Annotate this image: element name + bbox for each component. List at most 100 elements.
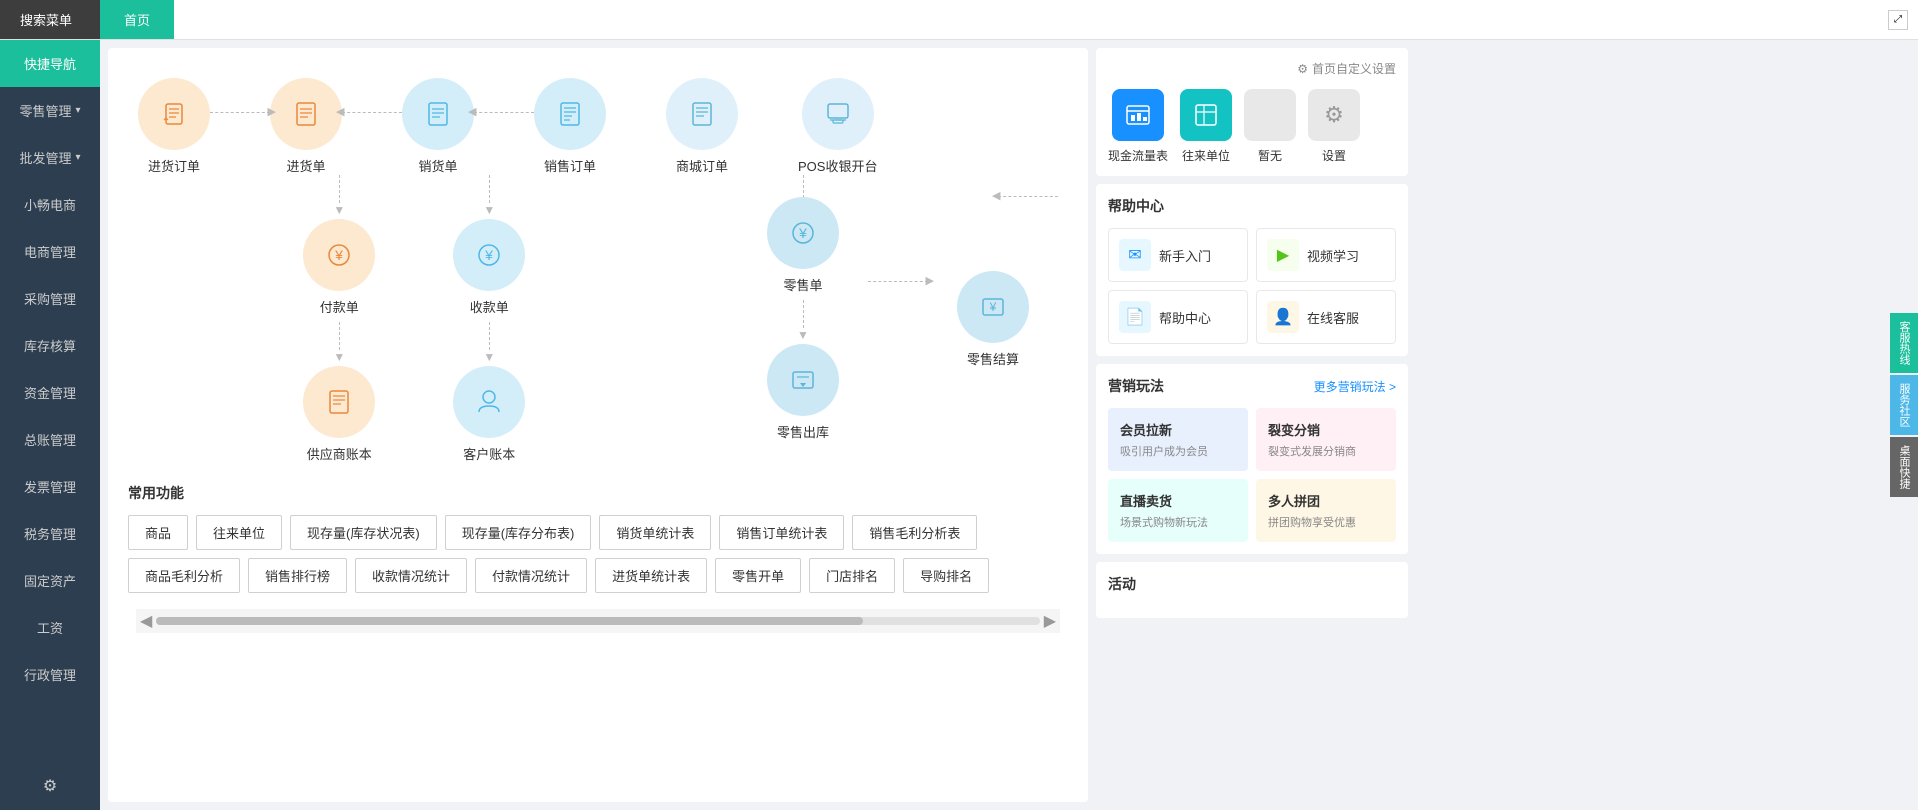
func-btn-stock1[interactable]: 现存量(库存状况表) <box>290 515 437 550</box>
sidebar-item-quick-nav[interactable]: 快捷导航 <box>0 40 100 87</box>
help-item-video[interactable]: ▶ 视频学习 <box>1256 228 1396 282</box>
node-label: 付款单 <box>320 297 359 316</box>
node-receipt-voucher[interactable]: ¥ <box>453 219 525 291</box>
quick-icon-none[interactable]: 暂无 <box>1244 89 1296 164</box>
marketing-header: 营销玩法 更多营销玩法 > <box>1108 376 1396 396</box>
scroll-bar: ◀ ▶ <box>136 609 1060 633</box>
online-icon: 👤 <box>1267 301 1299 333</box>
func-btn-goods-margin[interactable]: 商品毛利分析 <box>128 558 240 593</box>
scroll-left-btn[interactable]: ◀ <box>140 611 152 631</box>
video-label: 视频学习 <box>1307 246 1359 265</box>
func-btn-guide-rank[interactable]: 导购排名 <box>903 558 989 593</box>
v-line-4 <box>489 322 490 350</box>
member-title: 会员拉新 <box>1120 420 1236 439</box>
func-btn-goods[interactable]: 商品 <box>128 515 188 550</box>
marketing-item-live[interactable]: 直播卖货 场景式购物新玩法 <box>1108 479 1248 542</box>
node-label: 进货订单 <box>148 156 200 175</box>
sidebar-item-invoice[interactable]: 发票管理 <box>0 463 100 510</box>
func-btn-store-rank[interactable]: 门店排名 <box>809 558 895 593</box>
node-pos[interactable]: POS收银开台 <box>798 78 877 175</box>
help-item-online[interactable]: 👤 在线客服 <box>1256 290 1396 344</box>
none-icon-box <box>1244 89 1296 141</box>
node-retail-settlement[interactable]: ¥ <box>957 271 1029 343</box>
sidebar-item-ledger[interactable]: 总账管理 <box>0 416 100 463</box>
node-payment-voucher[interactable]: ¥ <box>303 219 375 291</box>
func-btn-order-stat[interactable]: 销售订单统计表 <box>719 515 844 550</box>
retail-settlement-icon: ¥ <box>975 289 1011 325</box>
tab-home[interactable]: 首页 <box>100 0 174 39</box>
node-purchase-bill[interactable]: 进货单 <box>270 78 342 175</box>
sidebar-item-xiaochangec[interactable]: 小畅电商 <box>0 181 100 228</box>
func-btn-purchase-stat[interactable]: 进货单统计表 <box>595 558 707 593</box>
float-btn-community[interactable]: 服务社区 <box>1890 375 1918 435</box>
sidebar-item-purchase[interactable]: 采购管理 <box>0 275 100 322</box>
node-sales-order[interactable]: 销售订单 <box>534 78 606 175</box>
supplier-icon <box>321 384 357 420</box>
retail-order-icon: ¥ <box>785 215 821 251</box>
float-btn-desktop[interactable]: 桌面快捷 <box>1890 437 1918 497</box>
quick-icons-row: 现金流量表 往来单位 <box>1108 89 1396 164</box>
func-btn-receipt-stat[interactable]: 收款情况统计 <box>355 558 467 593</box>
help-item-newbie[interactable]: ✉ 新手入门 <box>1108 228 1248 282</box>
v-line <box>339 175 340 203</box>
node-sales-bill[interactable]: 销货单 <box>402 78 474 175</box>
marketing-item-member[interactable]: 会员拉新 吸引用户成为会员 <box>1108 408 1248 471</box>
scroll-track <box>156 617 1039 625</box>
node-label: 供应商账本 <box>307 444 372 463</box>
sidebar-item-stock[interactable]: 库存核算 <box>0 322 100 369</box>
search-menu-btn[interactable]: 搜索菜单 <box>0 0 100 39</box>
sidebar-item-tax[interactable]: 税务管理 <box>0 510 100 557</box>
node-label: 零售出库 <box>777 422 829 441</box>
down-arrow-icon-3: ▼ <box>483 203 495 217</box>
group-title: 多人拼团 <box>1268 491 1384 510</box>
retail-outbound-icon <box>785 362 821 398</box>
fullscreen-btn[interactable]: ⤢ <box>1888 10 1908 30</box>
node-purchase-order[interactable]: 进货订单 <box>138 78 210 175</box>
node-retail-order[interactable]: ¥ <box>767 197 839 269</box>
marketing-item-group[interactable]: 多人拼团 拼团购物享受优惠 <box>1256 479 1396 542</box>
newbie-label: 新手入门 <box>1159 246 1211 265</box>
cashflow-icon-box <box>1112 89 1164 141</box>
help-center-title: 帮助中心 <box>1108 196 1396 216</box>
sidebar-item-retail[interactable]: 零售管理 ▾ <box>0 87 100 134</box>
arrow-connector-1: ▶ <box>210 112 270 113</box>
sidebar-item-salary[interactable]: 工资 <box>0 604 100 651</box>
customer-icon <box>471 384 507 420</box>
func-btn-sales-margin[interactable]: 销售毛利分析表 <box>852 515 977 550</box>
func-btn-stock2[interactable]: 现存量(库存分布表) <box>445 515 592 550</box>
custom-settings-btn[interactable]: ⚙ 首页自定义设置 <box>1297 60 1396 77</box>
node-label: POS收银开台 <box>798 156 877 175</box>
col-retail-node: ◀ <box>928 182 1058 210</box>
quick-icon-cashflow[interactable]: 现金流量表 <box>1108 89 1168 164</box>
sidebar-item-wholesale[interactable]: 批发管理 ▾ <box>0 134 100 181</box>
func-btn-partner[interactable]: 往来单位 <box>196 515 282 550</box>
pos-icon <box>820 96 856 132</box>
float-btn-service[interactable]: 客服热线 <box>1890 313 1918 373</box>
node-label: 销货单 <box>418 156 457 175</box>
help-item-help[interactable]: 📄 帮助中心 <box>1108 290 1248 344</box>
node-supplier-account[interactable] <box>303 366 375 438</box>
sidebar-item-fixed-assets[interactable]: 固定资产 <box>0 557 100 604</box>
col-sales-bill: ▼ ¥ 收款单 ▼ <box>438 175 541 463</box>
split-title: 裂变分销 <box>1268 420 1384 439</box>
func-btn-sales-rank[interactable]: 销售排行榜 <box>248 558 347 593</box>
marketing-title: 营销玩法 <box>1108 376 1164 396</box>
node-mall-order[interactable]: 商城订单 <box>666 78 738 175</box>
quick-nav-panel: 进货订单 ▶ <box>108 48 1088 802</box>
quick-icon-partner[interactable]: 往来单位 <box>1180 89 1232 164</box>
more-marketing-link[interactable]: 更多营销玩法 > <box>1314 378 1396 395</box>
marketing-item-split[interactable]: 裂变分销 裂变式发展分销商 <box>1256 408 1396 471</box>
scroll-right-btn[interactable]: ▶ <box>1044 611 1056 631</box>
sidebar-item-ecom[interactable]: 电商管理 <box>0 228 100 275</box>
func-btn-payment-stat[interactable]: 付款情况统计 <box>475 558 587 593</box>
func-btn-retail-order[interactable]: 零售开单 <box>715 558 801 593</box>
sidebar-item-finance[interactable]: 资金管理 <box>0 369 100 416</box>
node-label: 收款单 <box>470 297 509 316</box>
node-customer-account[interactable] <box>453 366 525 438</box>
quick-icon-settings[interactable]: ⚙ 设置 <box>1308 89 1360 164</box>
sidebar-settings-btn[interactable]: ⚙ <box>0 762 100 810</box>
settings-icon-box: ⚙ <box>1308 89 1360 141</box>
sidebar-item-more[interactable]: 行政管理 <box>0 651 100 698</box>
node-retail-outbound[interactable] <box>767 344 839 416</box>
func-btn-sales-stat[interactable]: 销货单统计表 <box>599 515 711 550</box>
